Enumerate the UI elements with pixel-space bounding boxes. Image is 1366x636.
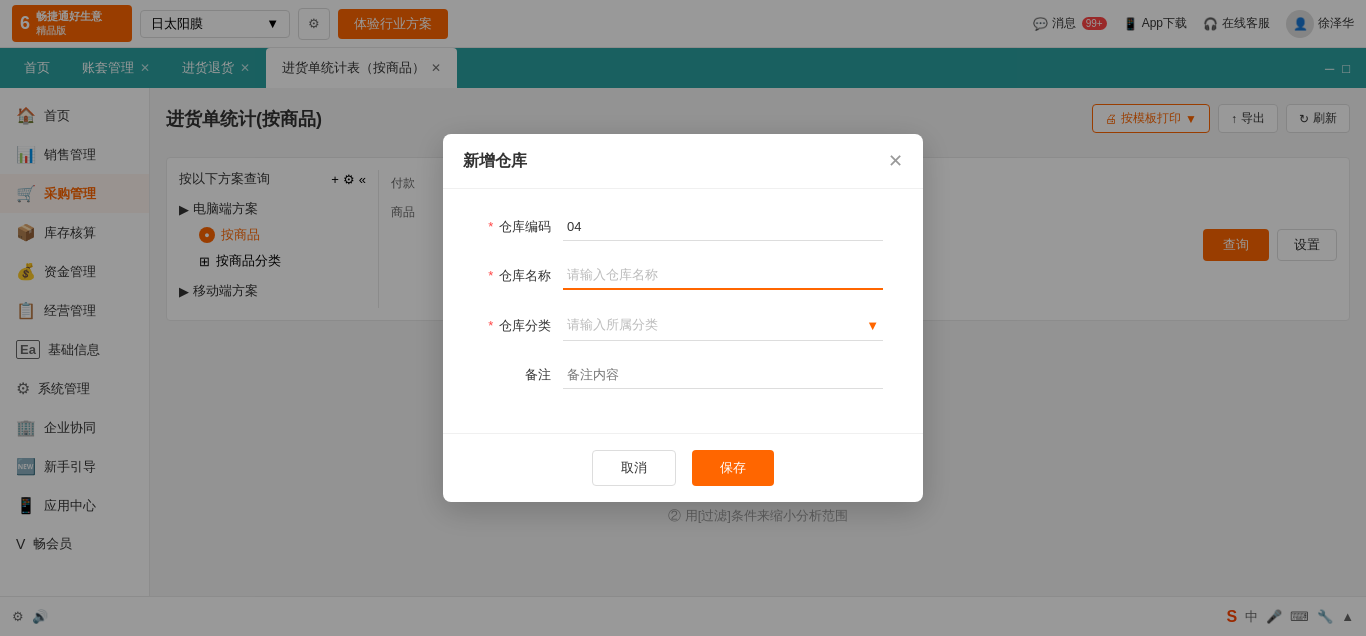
- modal-overlay: 新增仓库 ✕ * 仓库编码 * 仓库名称: [0, 0, 1366, 636]
- required-star-code: *: [488, 219, 493, 234]
- modal-header: 新增仓库 ✕: [443, 134, 923, 189]
- warehouse-name-input[interactable]: [563, 261, 883, 290]
- modal-title: 新增仓库: [463, 151, 527, 172]
- warehouse-code-field: * 仓库编码: [483, 213, 883, 241]
- warehouse-remark-field: 备注: [483, 361, 883, 389]
- category-placeholder: 请输入所属分类: [567, 316, 658, 334]
- warehouse-category-select[interactable]: 请输入所属分类 ▼: [563, 310, 883, 341]
- modal-footer: 取消 保存: [443, 433, 923, 502]
- warehouse-remark-label: 备注: [483, 366, 563, 384]
- warehouse-category-field: * 仓库分类 请输入所属分类 ▼: [483, 310, 883, 341]
- modal-close-button[interactable]: ✕: [888, 150, 903, 172]
- warehouse-code-label: * 仓库编码: [483, 218, 563, 236]
- warehouse-name-field: * 仓库名称: [483, 261, 883, 290]
- warehouse-category-label: * 仓库分类: [483, 317, 563, 335]
- category-chevron-icon: ▼: [866, 318, 879, 333]
- warehouse-code-input[interactable]: [563, 213, 883, 241]
- modal-body: * 仓库编码 * 仓库名称 * 仓库分类 请输入: [443, 189, 923, 433]
- required-star-category: *: [488, 318, 493, 333]
- modal-new-warehouse: 新增仓库 ✕ * 仓库编码 * 仓库名称: [443, 134, 923, 502]
- cancel-button[interactable]: 取消: [592, 450, 676, 486]
- warehouse-remark-input[interactable]: [563, 361, 883, 389]
- warehouse-name-label: * 仓库名称: [483, 267, 563, 285]
- required-star-name: *: [488, 268, 493, 283]
- save-button[interactable]: 保存: [692, 450, 774, 486]
